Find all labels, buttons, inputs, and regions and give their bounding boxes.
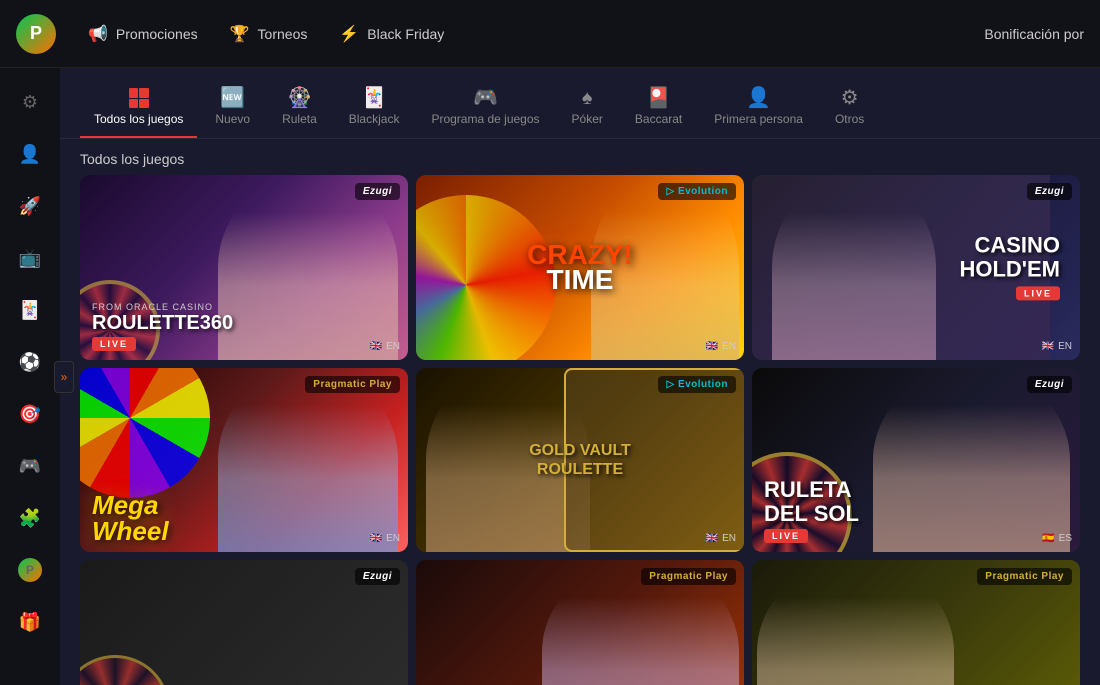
roulette-icon: 🎡 <box>287 88 312 108</box>
sidebar-item-user[interactable]: 👤 <box>8 132 52 176</box>
sidebar-item-gamepad[interactable]: 🎮 <box>8 444 52 488</box>
live-badge: LIVE <box>92 337 136 351</box>
game-card-ruletasol[interactable]: Ezugi RULETA DEL SOL LIVE 🇪🇸 ES <box>752 368 1080 553</box>
section-title: Todos los juegos <box>60 139 1100 175</box>
new-icon: 🆕 <box>220 88 245 108</box>
provider-badge-pragmatic-b2: Pragmatic Play <box>977 568 1072 585</box>
provider-badge-ezugi2: Ezugi <box>1027 183 1072 200</box>
flag-icon: 🇬🇧 <box>370 533 382 544</box>
game-language: 🇬🇧 EN <box>370 341 400 352</box>
target-icon: 🎯 <box>19 404 41 425</box>
game-card-crazytime[interactable]: ▷ Evolution CRAZY! TIME 🇬🇧 EN <box>416 175 744 360</box>
game-language: 🇬🇧 EN <box>706 341 736 352</box>
game-title-goldvault: GOLD VAULT ROULETTE <box>529 441 631 479</box>
user-icon: 👤 <box>19 144 41 165</box>
flag-icon: 🇪🇸 <box>1042 533 1054 544</box>
flag-icon: 🇬🇧 <box>706 341 718 352</box>
live-badge: LIVE <box>764 529 808 543</box>
poker-icon: ♠ <box>582 88 593 108</box>
football-icon: ⚽ <box>19 352 41 373</box>
game-title-casinohold: CASINO HOLD'EM LIVE <box>959 234 1060 301</box>
tab-poker[interactable]: ♠ Póker <box>558 80 617 138</box>
nav-item-black-friday[interactable]: ⚡ Black Friday <box>339 24 444 44</box>
category-tabs: Todos los juegos 🆕 Nuevo 🎡 Ruleta 🃏 Blac… <box>60 68 1100 139</box>
tab-programa[interactable]: 🎮 Programa de juegos <box>417 80 553 138</box>
top-navigation: P 📢 Promociones 🏆 Torneos ⚡ Black Friday… <box>0 0 1100 68</box>
provider-badge-ezugi: Ezugi <box>355 183 400 200</box>
flag-icon: 🇬🇧 <box>1042 341 1054 352</box>
provider-badge-ezugi-b1: Ezugi <box>355 568 400 585</box>
main-layout: ⚙ 👤 🚀 📺 🃏 ⚽ 🎯 🎮 🧩 P 🎁 <box>0 68 1100 685</box>
tab-ruleta[interactable]: 🎡 Ruleta <box>268 80 331 138</box>
game-language: 🇬🇧 EN <box>1042 341 1072 352</box>
games-grid: Ezugi FROM ORACLE CASINO ROULETTE360 LIV… <box>60 175 1100 685</box>
logo[interactable]: P <box>16 14 56 54</box>
game-title-megawheel: MegaWheel <box>80 484 408 552</box>
sidebar-item-settings[interactable]: ⚙ <box>8 80 52 124</box>
game-title-crazytime: CRAZY! TIME <box>527 242 633 292</box>
baccarat-icon: 🎴 <box>646 88 671 108</box>
flag-icon: 🇬🇧 <box>706 533 718 544</box>
tv-icon: 📺 <box>19 248 41 269</box>
tab-otros[interactable]: ⚙ Otros <box>821 80 878 138</box>
provider-badge-pragmatic-b1: Pragmatic Play <box>641 568 736 585</box>
game-main-title: ROULETTE360 <box>92 312 396 334</box>
game-card-megawheel[interactable]: Pragmatic Play MegaWheel 🇬🇧 EN <box>80 368 408 553</box>
sidebar-item-cards[interactable]: 🃏 <box>8 288 52 332</box>
game-card-casinohold[interactable]: Ezugi CASINO HOLD'EM LIVE 🇬🇧 EN <box>752 175 1080 360</box>
left-sidebar: ⚙ 👤 🚀 📺 🃏 ⚽ 🎯 🎮 🧩 P 🎁 <box>0 68 60 685</box>
tab-blackjack[interactable]: 🃏 Blackjack <box>335 80 414 138</box>
otros-icon: ⚙ <box>841 88 859 108</box>
game-card-goldvault[interactable]: ▷ Evolution GOLD VAULT ROULETTE 🇬🇧 EN <box>416 368 744 553</box>
tab-nuevo[interactable]: 🆕 Nuevo <box>201 80 264 138</box>
bonus-text: Bonificación por <box>984 26 1084 42</box>
promo-icon: P <box>18 558 42 582</box>
game-language: 🇪🇸 ES <box>1042 533 1072 544</box>
game-title-roulette360: FROM ORACLE CASINO ROULETTE360 LIVE <box>80 294 408 360</box>
sidebar-item-promo[interactable]: P <box>8 548 52 592</box>
game-card-roulette360[interactable]: Ezugi FROM ORACLE CASINO ROULETTE360 LIV… <box>80 175 408 360</box>
content-area: Todos los juegos 🆕 Nuevo 🎡 Ruleta 🃏 Blac… <box>60 68 1100 685</box>
gift-icon: 🎁 <box>19 612 41 633</box>
flag-icon: 🇬🇧 <box>370 341 382 352</box>
sidebar-item-football[interactable]: ⚽ <box>8 340 52 384</box>
game-card-ezugi-bottom1[interactable]: Ezugi <box>80 560 408 685</box>
game-language: 🇬🇧 EN <box>370 533 400 544</box>
sidebar-item-rocket[interactable]: 🚀 <box>8 184 52 228</box>
game-small-text: FROM ORACLE CASINO <box>92 302 396 312</box>
sidebar-item-target[interactable]: 🎯 <box>8 392 52 436</box>
sidebar-item-puzzle[interactable]: 🧩 <box>8 496 52 540</box>
provider-badge-evolution: ▷ Evolution <box>658 183 736 200</box>
settings-icon: ⚙ <box>22 92 38 113</box>
cards-icon: 🃏 <box>19 300 41 321</box>
game-title-ruletasol: RULETA DEL SOL LIVE <box>764 478 859 552</box>
game-card-pragmatic-bottom2[interactable]: Pragmatic Play <box>752 560 1080 685</box>
puzzle-icon: 🧩 <box>19 508 41 529</box>
sidebar-expand-button[interactable]: » <box>54 361 74 393</box>
game-language: 🇬🇧 EN <box>706 533 736 544</box>
tab-todos-los-juegos[interactable]: Todos los juegos <box>80 80 197 138</box>
nav-item-promociones[interactable]: 📢 Promociones <box>88 24 198 44</box>
tab-baccarat[interactable]: 🎴 Baccarat <box>621 80 696 138</box>
provider-badge-evolution2: ▷ Evolution <box>658 376 736 393</box>
blackjack-icon: 🃏 <box>362 88 387 108</box>
megaphone-icon: 📢 <box>88 24 108 44</box>
programa-icon: 🎮 <box>473 88 498 108</box>
rocket-icon: 🚀 <box>19 196 41 217</box>
primera-icon: 👤 <box>746 88 771 108</box>
sidebar-item-tv[interactable]: 📺 <box>8 236 52 280</box>
tab-primera-persona[interactable]: 👤 Primera persona <box>700 80 817 138</box>
provider-badge-pragmatic: Pragmatic Play <box>305 376 400 393</box>
trophy-icon: 🏆 <box>230 24 250 44</box>
live-badge: LIVE <box>1016 286 1060 300</box>
chevron-right-icon: » <box>61 370 68 384</box>
game-card-pragmatic-bottom1[interactable]: Pragmatic Play <box>416 560 744 685</box>
grid-icon <box>129 88 149 108</box>
fire-icon: ⚡ <box>339 24 359 44</box>
sidebar-item-gift[interactable]: 🎁 <box>8 600 52 644</box>
provider-badge-ezugi3: Ezugi <box>1027 376 1072 393</box>
nav-item-torneos[interactable]: 🏆 Torneos <box>230 24 308 44</box>
gamepad-icon: 🎮 <box>19 456 41 477</box>
